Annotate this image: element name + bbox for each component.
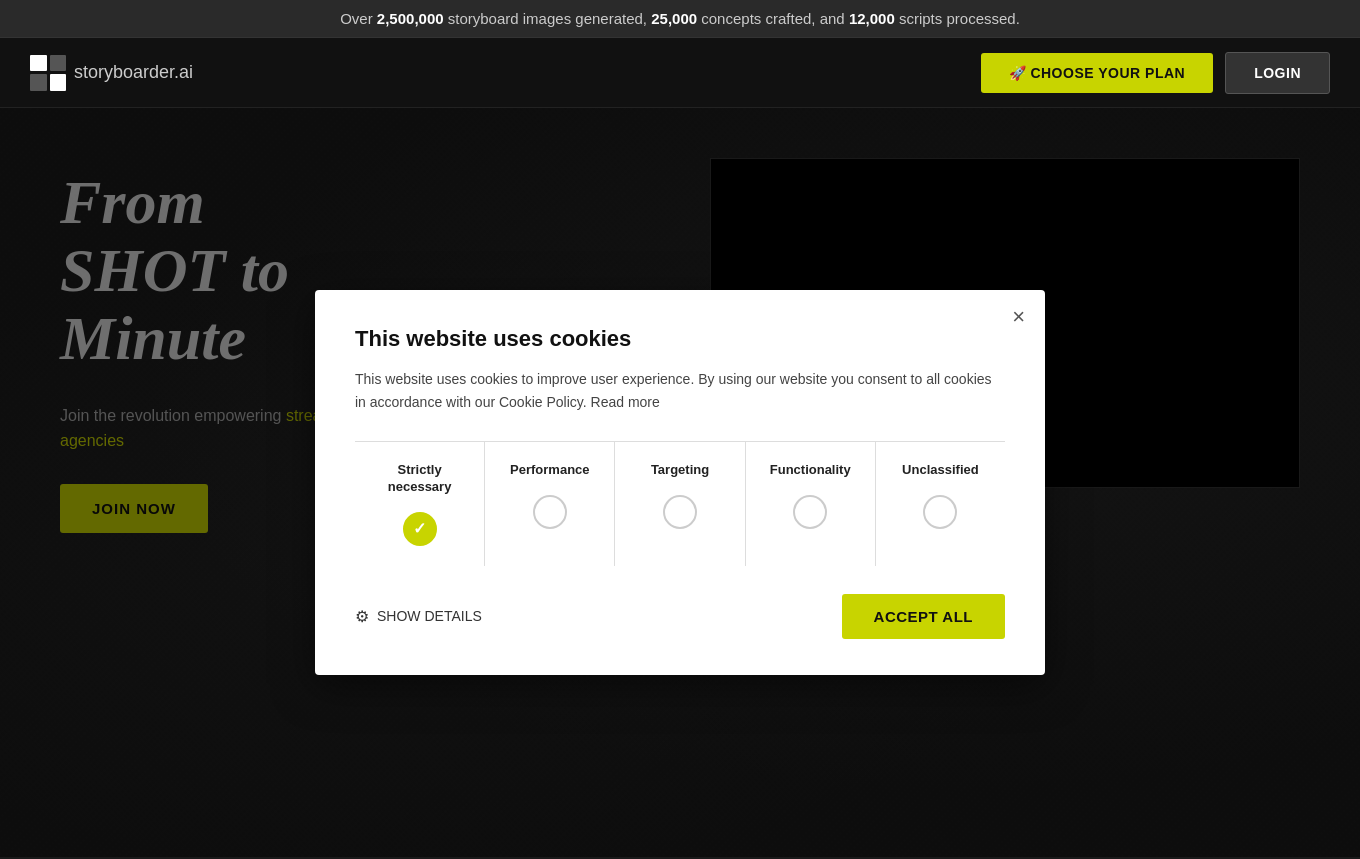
logo-main: story — [74, 62, 113, 82]
logo-sub: boarder.ai — [113, 62, 193, 82]
cookie-category-strictly-necessary: Strictly necessary — [355, 442, 485, 566]
logo-grid-icon — [30, 55, 66, 91]
navbar: storyboarder.ai 🚀 CHOOSE YOUR PLAN LOGIN — [0, 38, 1360, 108]
cookie-category-targeting: Targeting — [615, 442, 745, 566]
banner-stat3: 12,000 — [849, 10, 895, 27]
accept-all-button[interactable]: ACCEPT ALL — [842, 594, 1005, 639]
cookie-category-performance: Performance — [485, 442, 615, 566]
cookie-checkbox-functionality[interactable] — [793, 495, 827, 529]
cookie-category-performance-label: Performance — [510, 462, 589, 479]
login-button[interactable]: LOGIN — [1225, 52, 1330, 94]
cookie-category-strictly-necessary-label: Strictly necessary — [365, 462, 474, 496]
banner-stat3-suffix: scripts processed. — [899, 10, 1020, 27]
cookie-modal-description: This website uses cookies to improve use… — [355, 368, 1005, 413]
modal-overlay: × This website uses cookies This website… — [0, 108, 1360, 857]
banner-prefix: Over — [340, 10, 373, 27]
show-details-label: SHOW DETAILS — [377, 608, 482, 624]
cookie-modal-title: This website uses cookies — [355, 326, 1005, 352]
cookie-category-functionality: Functionality — [746, 442, 876, 566]
banner-stat2-suffix: concepts crafted, and — [701, 10, 844, 27]
cookie-category-functionality-label: Functionality — [770, 462, 851, 479]
show-details-button[interactable]: ⚙ SHOW DETAILS — [355, 607, 482, 626]
cookie-modal: × This website uses cookies This website… — [315, 290, 1045, 675]
logo-cell-1 — [30, 55, 47, 72]
logo-cell-2 — [50, 55, 67, 72]
logo[interactable]: storyboarder.ai — [30, 55, 193, 91]
logo-cell-4 — [50, 74, 67, 91]
cookie-checkbox-performance[interactable] — [533, 495, 567, 529]
banner-stat1-suffix: storyboard images generated, — [448, 10, 647, 27]
cookie-category-targeting-label: Targeting — [651, 462, 709, 479]
logo-cell-3 — [30, 74, 47, 91]
cookie-categories: Strictly necessary Performance Targeting… — [355, 441, 1005, 566]
cookie-category-unclassified: Unclassified — [876, 442, 1005, 566]
nav-buttons: 🚀 CHOOSE YOUR PLAN LOGIN — [981, 52, 1331, 94]
cookie-footer: ⚙ SHOW DETAILS ACCEPT ALL — [355, 594, 1005, 639]
cookie-category-unclassified-label: Unclassified — [902, 462, 979, 479]
gear-icon: ⚙ — [355, 607, 369, 626]
cookie-close-button[interactable]: × — [1012, 306, 1025, 328]
hero-section: From SHOT to Minute Join the revolution … — [0, 108, 1360, 857]
banner-stat2: 25,000 — [651, 10, 697, 27]
logo-text: storyboarder.ai — [74, 62, 193, 83]
choose-plan-button[interactable]: 🚀 CHOOSE YOUR PLAN — [981, 53, 1214, 93]
cookie-checkbox-unclassified[interactable] — [923, 495, 957, 529]
banner-stat1: 2,500,000 — [377, 10, 444, 27]
cookie-checkbox-targeting[interactable] — [663, 495, 697, 529]
cookie-checkbox-strictly-necessary[interactable] — [403, 512, 437, 546]
top-banner: Over 2,500,000 storyboard images generat… — [0, 0, 1360, 38]
